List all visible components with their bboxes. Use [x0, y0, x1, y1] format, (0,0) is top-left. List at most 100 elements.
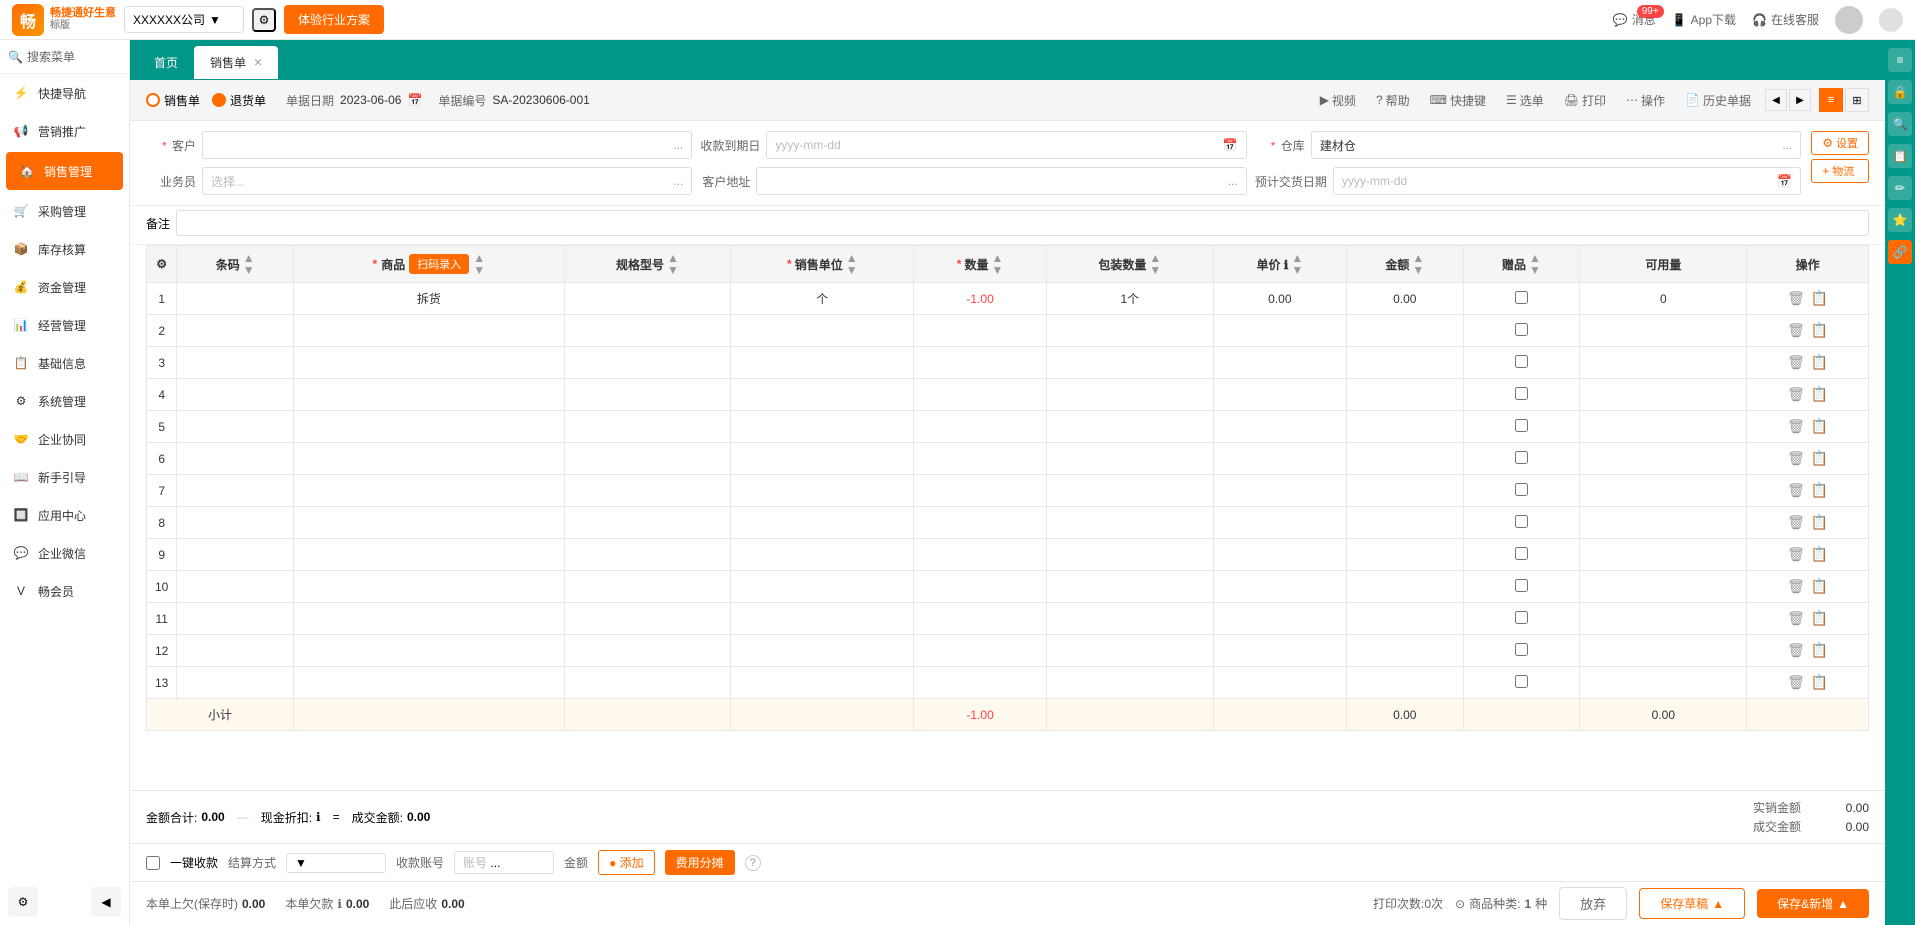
sidebar-item-purchase[interactable]: 🛒采购管理: [0, 192, 129, 230]
save-new-button[interactable]: 保存&新增 ▲: [1757, 889, 1869, 918]
grid-view-button[interactable]: ⊞: [1845, 88, 1869, 112]
cell-amount-9[interactable]: [1346, 571, 1463, 603]
cell-qty-0[interactable]: -1.00: [914, 283, 1047, 315]
cell-product-0[interactable]: 拆货: [294, 283, 565, 315]
cell-pack-qty-5[interactable]: [1046, 443, 1213, 475]
cell-qty-5[interactable]: [914, 443, 1047, 475]
cell-amount-1[interactable]: [1346, 315, 1463, 347]
delete-icon-0[interactable]: 🗑: [1787, 290, 1805, 307]
sidebar-item-quick-nav[interactable]: ⚡快捷导航: [0, 74, 129, 112]
cell-unit-price-12[interactable]: [1213, 667, 1346, 699]
sidebar-item-guide[interactable]: 📖新手引导: [0, 458, 129, 496]
right-panel-btn-2[interactable]: 🔒: [1888, 80, 1912, 104]
cell-amount-12[interactable]: [1346, 667, 1463, 699]
cell-unit-price-10[interactable]: [1213, 603, 1346, 635]
cell-unit-0[interactable]: 个: [731, 283, 914, 315]
cell-unit-9[interactable]: [731, 571, 914, 603]
cell-spec-6[interactable]: [564, 475, 731, 507]
cell-gift-9[interactable]: [1463, 571, 1580, 603]
tab-home[interactable]: 首页: [138, 46, 194, 79]
cell-qty-2[interactable]: [914, 347, 1047, 379]
help-button[interactable]: ? 帮助: [1370, 89, 1416, 112]
video-button[interactable]: ▶ 视频: [1314, 89, 1362, 112]
cell-qty-4[interactable]: [914, 411, 1047, 443]
gift-checkbox-10[interactable]: [1515, 611, 1528, 624]
message-button[interactable]: 💬 消息 99+: [1613, 11, 1656, 28]
cell-gift-10[interactable]: [1463, 603, 1580, 635]
logistics-button[interactable]: + 物流: [1811, 159, 1869, 183]
cell-qty-8[interactable]: [914, 539, 1047, 571]
gift-checkbox-0[interactable]: [1515, 291, 1528, 304]
cell-pack-qty-2[interactable]: [1046, 347, 1213, 379]
cell-unit-2[interactable]: [731, 347, 914, 379]
sidebar-item-collab[interactable]: 🤝企业协同: [0, 420, 129, 458]
right-panel-btn-1[interactable]: ≡: [1888, 48, 1912, 72]
prev-arrow[interactable]: ◀: [1765, 89, 1787, 111]
gift-checkbox-4[interactable]: [1515, 419, 1528, 432]
cell-product-7[interactable]: [294, 507, 565, 539]
cell-unit-price-3[interactable]: [1213, 379, 1346, 411]
sidebar-collapse-button[interactable]: ◀: [91, 887, 121, 917]
cell-barcode-12[interactable]: [177, 667, 294, 699]
cell-product-1[interactable]: [294, 315, 565, 347]
cell-barcode-8[interactable]: [177, 539, 294, 571]
sidebar-item-appstore[interactable]: 🔲应用中心: [0, 496, 129, 534]
help-icon-payment[interactable]: ?: [745, 855, 761, 871]
company-selector[interactable]: XXXXXX公司 ▼: [124, 6, 244, 33]
cell-qty-1[interactable]: [914, 315, 1047, 347]
cell-qty-7[interactable]: [914, 507, 1047, 539]
cell-product-5[interactable]: [294, 443, 565, 475]
cell-amount-10[interactable]: [1346, 603, 1463, 635]
cell-product-10[interactable]: [294, 603, 565, 635]
sidebar-item-base[interactable]: 📋基础信息: [0, 344, 129, 382]
cell-unit-price-5[interactable]: [1213, 443, 1346, 475]
delete-icon-2[interactable]: 🗑: [1787, 354, 1805, 371]
cell-unit-price-11[interactable]: [1213, 635, 1346, 667]
cell-barcode-10[interactable]: [177, 603, 294, 635]
copy-icon-12[interactable]: 📋: [1811, 674, 1828, 691]
cell-unit-1[interactable]: [731, 315, 914, 347]
due-date-input[interactable]: yyyy-mm-dd 📅: [766, 131, 1246, 159]
delete-icon-9[interactable]: 🗑: [1787, 578, 1805, 595]
cell-gift-2[interactable]: [1463, 347, 1580, 379]
cell-gift-6[interactable]: [1463, 475, 1580, 507]
cell-spec-10[interactable]: [564, 603, 731, 635]
trial-button[interactable]: 体验行业方案: [284, 5, 384, 34]
cell-barcode-3[interactable]: [177, 379, 294, 411]
cell-amount-7[interactable]: [1346, 507, 1463, 539]
cell-unit-price-9[interactable]: [1213, 571, 1346, 603]
tab-sales-order[interactable]: 销售单×: [194, 46, 278, 79]
add-button[interactable]: ● 添加: [598, 850, 655, 875]
cell-spec-4[interactable]: [564, 411, 731, 443]
tab-close-sales-order[interactable]: ×: [254, 54, 262, 70]
sidebar-item-wechat[interactable]: 💬企业微信: [0, 534, 129, 572]
warehouse-input[interactable]: 建材仓 ...: [1311, 131, 1801, 159]
right-panel-btn-3[interactable]: 🔍: [1888, 112, 1912, 136]
salesperson-input[interactable]: 选择... ...: [202, 167, 692, 195]
cell-pack-qty-1[interactable]: [1046, 315, 1213, 347]
account-input[interactable]: 账号 ...: [454, 851, 554, 874]
delete-icon-7[interactable]: 🗑: [1787, 514, 1805, 531]
cell-product-12[interactable]: [294, 667, 565, 699]
cell-amount-4[interactable]: [1346, 411, 1463, 443]
cell-product-2[interactable]: [294, 347, 565, 379]
cell-unit-price-6[interactable]: [1213, 475, 1346, 507]
select-button[interactable]: ☰ 选单: [1500, 89, 1550, 112]
cell-unit-price-4[interactable]: [1213, 411, 1346, 443]
delete-icon-1[interactable]: 🗑: [1787, 322, 1805, 339]
cell-product-3[interactable]: [294, 379, 565, 411]
cell-spec-5[interactable]: [564, 443, 731, 475]
cell-qty-12[interactable]: [914, 667, 1047, 699]
delete-icon-8[interactable]: 🗑: [1787, 546, 1805, 563]
sidebar-item-inventory[interactable]: 📦库存核算: [0, 230, 129, 268]
gift-checkbox-3[interactable]: [1515, 387, 1528, 400]
cell-spec-1[interactable]: [564, 315, 731, 347]
cell-barcode-1[interactable]: [177, 315, 294, 347]
gift-checkbox-9[interactable]: [1515, 579, 1528, 592]
copy-icon-4[interactable]: 📋: [1811, 418, 1828, 435]
gift-checkbox-2[interactable]: [1515, 355, 1528, 368]
cell-spec-3[interactable]: [564, 379, 731, 411]
cell-gift-1[interactable]: [1463, 315, 1580, 347]
copy-icon-2[interactable]: 📋: [1811, 354, 1828, 371]
cell-unit-5[interactable]: [731, 443, 914, 475]
